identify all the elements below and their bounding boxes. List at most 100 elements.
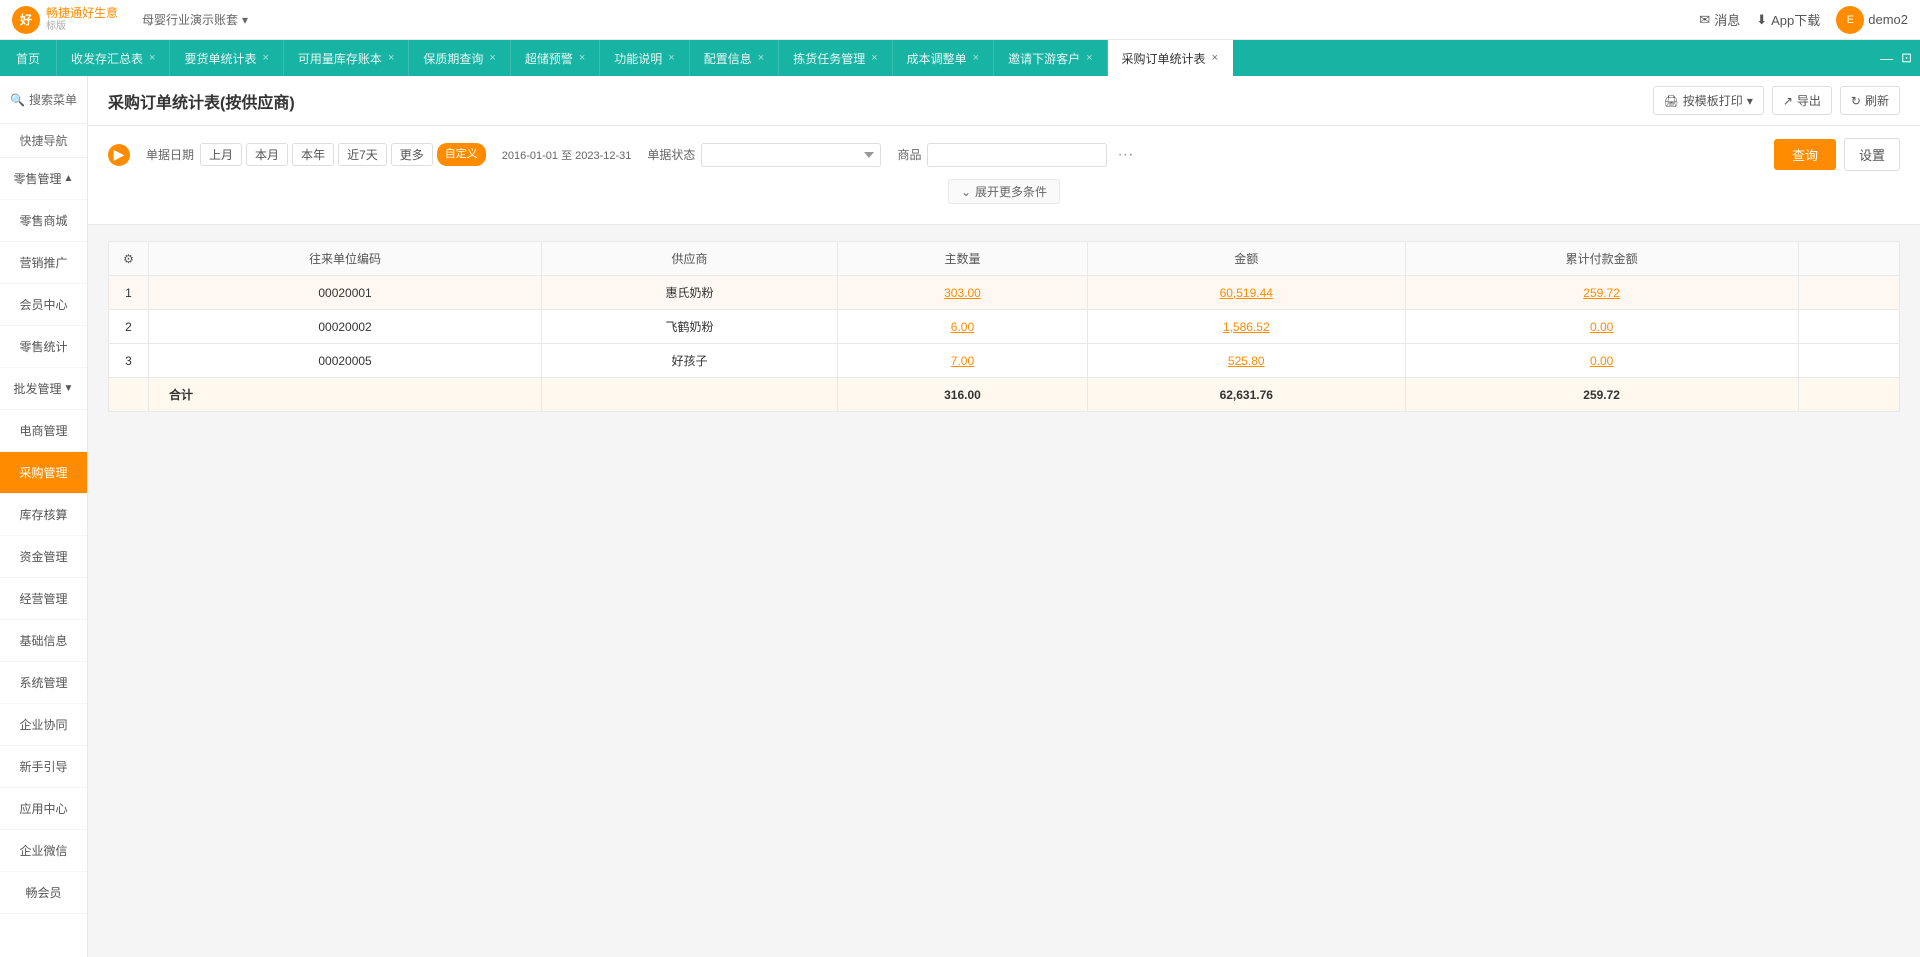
sidebar-item-newguide[interactable]: 新手引导: [0, 746, 87, 788]
cell-qty: 6.00: [837, 310, 1087, 344]
refresh-button[interactable]: ↻ 刷新: [1840, 86, 1900, 115]
sidebar-item-inventory[interactable]: 库存核算: [0, 494, 87, 536]
cell-extra: [1798, 344, 1899, 378]
tab-shoufacun[interactable]: 收发存汇总表 ×: [57, 40, 170, 76]
ellipsis-icon[interactable]: ···: [1113, 146, 1137, 164]
sidebar-item-basic-info[interactable]: 基础信息: [0, 620, 87, 662]
sidebar-item-enterprise[interactable]: 企业协同: [0, 704, 87, 746]
export-icon: ↗: [1783, 94, 1793, 108]
download-icon: ⬇: [1756, 12, 1767, 28]
sidebar-item-retail-shop[interactable]: 零售商城: [0, 200, 87, 242]
goods-input[interactable]: [927, 143, 1107, 167]
search-button[interactable]: 查询: [1774, 139, 1836, 170]
cell-paid: 0.00: [1405, 344, 1798, 378]
tab-home[interactable]: 首页: [0, 40, 57, 76]
footer-empty-2: [542, 378, 838, 412]
sidebar-item-operations[interactable]: 经营管理: [0, 578, 87, 620]
tab-keyongliang[interactable]: 可用量库存账本 ×: [284, 40, 409, 76]
tab-yaohuo[interactable]: 要货单统计表 ×: [170, 40, 283, 76]
top-bar: 好 畅捷通好生意 标版 母婴行业演示账套 ▾ ✉ 消息 ⬇ App下载 E de…: [0, 0, 1920, 40]
cell-amount: 525.80: [1087, 344, 1405, 378]
tab-caigou-active[interactable]: 采购订单统计表 ×: [1108, 40, 1233, 76]
tab-peizhi[interactable]: 配置信息 ×: [690, 40, 779, 76]
sidebar-item-system[interactable]: 系统管理: [0, 662, 87, 704]
settings-icon[interactable]: ⚙: [123, 252, 134, 266]
tab-yaoqing[interactable]: 邀请下游客户 ×: [994, 40, 1107, 76]
logo-text: 畅捷通好生意 标版: [46, 6, 118, 32]
tab-chengben[interactable]: 成本调整单 ×: [893, 40, 994, 76]
tab-jianhuo[interactable]: 拣货任务管理 ×: [779, 40, 892, 76]
logo-icon: 好: [12, 6, 40, 34]
status-select[interactable]: [701, 143, 881, 167]
cell-seq: 3: [109, 344, 149, 378]
export-button[interactable]: ↗ 导出: [1772, 86, 1832, 115]
workspace-selector[interactable]: 母婴行业演示账套 ▾: [142, 11, 248, 28]
sidebar-item-member[interactable]: 会员中心: [0, 284, 87, 326]
filter-date: 单据日期 上月 本月 本年 近7天 更多 自定义: [146, 143, 486, 166]
date-btn-this-year[interactable]: 本年: [292, 143, 334, 166]
sidebar-item-purchase[interactable]: 采购管理: [0, 452, 87, 494]
message-button[interactable]: ✉ 消息: [1699, 10, 1740, 29]
data-table: ⚙ 往来单位编码 供应商 主数量 金额 累计付款金额 1 00020001 惠氏…: [108, 241, 1900, 412]
close-icon[interactable]: ×: [1086, 52, 1092, 64]
date-btn-this-month[interactable]: 本月: [246, 143, 288, 166]
sidebar: 🔍 搜索菜单 快捷导航 零售管理 ▲ 零售商城 营销推广 会员中心 零售统计 批…: [0, 76, 88, 957]
page-header-actions: 🖨 按模板打印 ▾ ↗ 导出 ↻ 刷新: [1653, 86, 1900, 115]
date-custom-badge[interactable]: 自定义: [437, 143, 486, 166]
close-icon[interactable]: ×: [579, 52, 585, 64]
col-code-header: 往来单位编码: [149, 242, 542, 276]
message-icon: ✉: [1699, 12, 1710, 28]
sidebar-item-marketing[interactable]: 营销推广: [0, 242, 87, 284]
date-btn-more[interactable]: 更多: [391, 143, 433, 166]
close-icon[interactable]: ×: [668, 52, 674, 64]
date-btn-last-month[interactable]: 上月: [200, 143, 242, 166]
sidebar-item-vip[interactable]: 畅会员: [0, 872, 87, 914]
main-content: 采购订单统计表(按供应商) 🖨 按模板打印 ▾ ↗ 导出 ↻ 刷新: [88, 76, 1920, 957]
chevron-down-icon: ▾: [1747, 94, 1753, 108]
close-icon[interactable]: ×: [871, 52, 877, 64]
cell-code: 00020002: [149, 310, 542, 344]
minimize-icon[interactable]: —: [1880, 51, 1893, 66]
date-label: 单据日期: [146, 146, 194, 163]
close-icon[interactable]: ×: [489, 52, 495, 64]
print-button[interactable]: 🖨 按模板打印 ▾: [1653, 86, 1764, 115]
collapse-toggle[interactable]: ▶: [108, 144, 130, 166]
maximize-icon[interactable]: ⊡: [1901, 50, 1912, 66]
filter-area: ▶ 单据日期 上月 本月 本年 近7天 更多 自定义 2016-01-01 至 …: [88, 126, 1920, 225]
cell-paid: 259.72: [1405, 276, 1798, 310]
close-icon[interactable]: ×: [262, 52, 268, 64]
filter-row-main: ▶ 单据日期 上月 本月 本年 近7天 更多 自定义 2016-01-01 至 …: [108, 138, 1900, 171]
sidebar-item-retail-stats[interactable]: 零售统计: [0, 326, 87, 368]
sidebar-item-wholesale[interactable]: 批发管理 ▼: [0, 368, 87, 410]
tab-chaozhu[interactable]: 超储预警 ×: [511, 40, 600, 76]
nav-tabs: 首页 收发存汇总表 × 要货单统计表 × 可用量库存账本 × 保质期查询 × 超…: [0, 40, 1920, 76]
cell-code: 00020005: [149, 344, 542, 378]
close-icon[interactable]: ×: [149, 52, 155, 64]
tab-baozhi[interactable]: 保质期查询 ×: [409, 40, 510, 76]
setting-button[interactable]: 设置: [1844, 138, 1900, 171]
date-btn-7days[interactable]: 近7天: [338, 143, 387, 166]
table-row[interactable]: 3 00020005 好孩子 7.00 525.80 0.00: [109, 344, 1900, 378]
app-download-button[interactable]: ⬇ App下载: [1756, 10, 1820, 29]
cell-amount: 60,519.44: [1087, 276, 1405, 310]
search-menu-button[interactable]: 🔍 搜索菜单: [8, 86, 79, 113]
top-bar-left: 好 畅捷通好生意 标版 母婴行业演示账套 ▾: [12, 6, 248, 34]
expand-button[interactable]: ⌄ 展开更多条件: [948, 179, 1060, 204]
tab-gongneng[interactable]: 功能说明 ×: [600, 40, 689, 76]
close-icon[interactable]: ×: [388, 52, 394, 64]
chevron-up-icon: ▲: [64, 173, 74, 184]
goods-label: 商品: [897, 146, 921, 163]
table-row[interactable]: 2 00020002 飞鹤奶粉 6.00 1,586.52 0.00: [109, 310, 1900, 344]
sidebar-item-ecommerce[interactable]: 电商管理: [0, 410, 87, 452]
cell-extra: [1798, 310, 1899, 344]
user-profile[interactable]: E demo2: [1836, 6, 1908, 34]
close-icon[interactable]: ×: [1212, 52, 1218, 64]
sidebar-item-retail-management[interactable]: 零售管理 ▲: [0, 158, 87, 200]
quick-nav-button[interactable]: 快捷导航: [0, 124, 87, 158]
sidebar-item-appcenter[interactable]: 应用中心: [0, 788, 87, 830]
close-icon[interactable]: ×: [758, 52, 764, 64]
sidebar-item-finance[interactable]: 资金管理: [0, 536, 87, 578]
table-row[interactable]: 1 00020001 惠氏奶粉 303.00 60,519.44 259.72: [109, 276, 1900, 310]
close-icon[interactable]: ×: [973, 52, 979, 64]
sidebar-item-wechat[interactable]: 企业微信: [0, 830, 87, 872]
